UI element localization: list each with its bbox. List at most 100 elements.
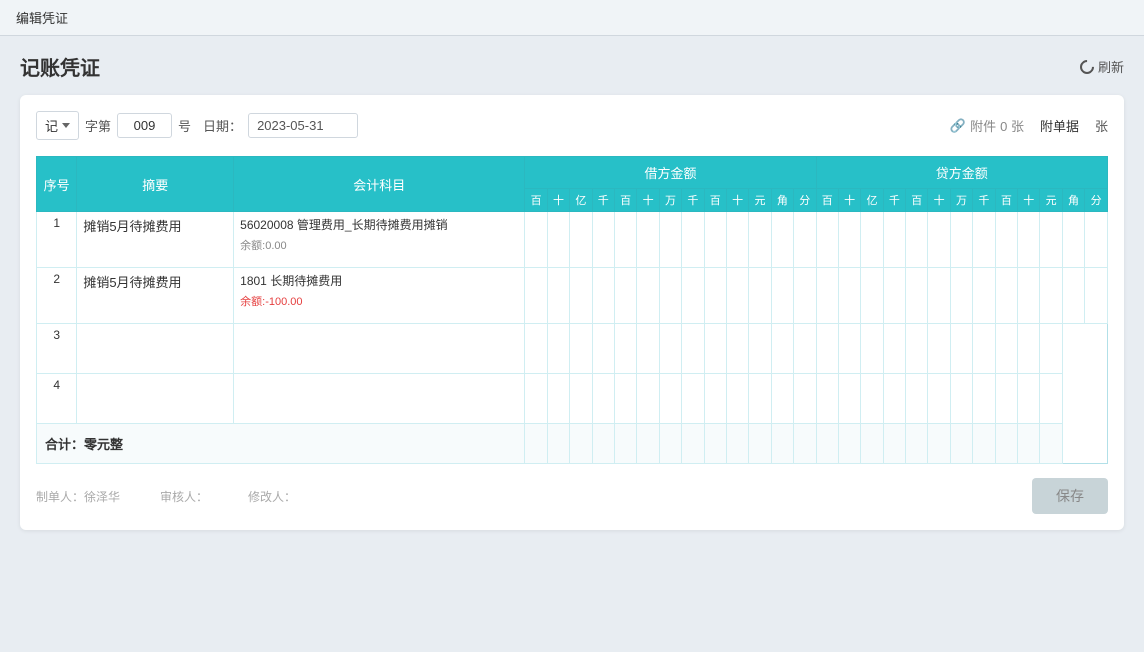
row2-account[interactable]: 1801 长期待摊费用 余额:-100.00 (234, 268, 525, 324)
th-seq: 序号 (37, 157, 77, 212)
row1-d13[interactable] (794, 212, 816, 268)
row1-account[interactable]: 56020008 管理费用_长期待摊费用摊销 余额:0.00 (234, 212, 525, 268)
row2-d13[interactable] (794, 268, 816, 324)
row2-c8[interactable] (973, 268, 995, 324)
row1-d7[interactable] (659, 212, 681, 268)
th-d11: 元 (749, 189, 771, 212)
row1-c7[interactable] (950, 212, 972, 268)
row2-c7[interactable] (950, 268, 972, 324)
count-label: 张 (1095, 116, 1108, 135)
th-c4: 千 (883, 189, 905, 212)
paperclip-icon: 🔗 (950, 118, 966, 134)
th-debit: 借方金额 (525, 157, 816, 189)
total-row: 合计：零元整 (37, 424, 1108, 464)
th-d6: 十 (637, 189, 659, 212)
row1-c11[interactable] (1040, 212, 1062, 268)
footer-row: 制单人：徐泽华 审核人： 修改人： 保存 (36, 478, 1108, 514)
row2-c4[interactable] (883, 268, 905, 324)
row2-c13[interactable] (1085, 268, 1108, 324)
row2-c10[interactable] (1018, 268, 1040, 324)
row4-account[interactable] (234, 374, 525, 424)
row2-d8[interactable] (682, 268, 704, 324)
row2-seq: 2 (37, 268, 77, 324)
row3-account[interactable] (234, 324, 525, 374)
row1-d11[interactable] (749, 212, 771, 268)
row2-d6[interactable] (637, 268, 659, 324)
row1-d9[interactable] (704, 212, 726, 268)
row1-c9[interactable] (995, 212, 1017, 268)
th-d7: 万 (659, 189, 681, 212)
row1-d10[interactable] (726, 212, 748, 268)
th-d13: 分 (794, 189, 816, 212)
hao-label: 号 (178, 116, 191, 135)
row2-c2[interactable] (838, 268, 860, 324)
row2-summary[interactable]: 摊销5月待摊费用 (77, 268, 234, 324)
row1-c12[interactable] (1062, 212, 1084, 268)
dropdown-arrow-icon (62, 123, 70, 128)
row2-d9[interactable] (704, 268, 726, 324)
th-c13: 分 (1085, 189, 1108, 212)
attachment-link[interactable]: 🔗 附件 0 张 (950, 116, 1024, 135)
row1-c13[interactable] (1085, 212, 1108, 268)
row1-summary[interactable]: 摊销5月待摊费用 (77, 212, 234, 268)
row2-d12[interactable] (771, 268, 793, 324)
row2-c12[interactable] (1062, 268, 1084, 324)
row2-d3[interactable] (570, 268, 592, 324)
row1-c10[interactable] (1018, 212, 1040, 268)
row2-c5[interactable] (906, 268, 928, 324)
row1-d6[interactable] (637, 212, 659, 268)
row4-summary[interactable] (77, 374, 234, 424)
row1-c2[interactable] (838, 212, 860, 268)
row2-c9[interactable] (995, 268, 1017, 324)
table-wrapper: 序号 摘要 会计科目 借方金额 贷方金额 (36, 156, 1108, 464)
row1-c6[interactable] (928, 212, 950, 268)
th-credit: 贷方金额 (816, 157, 1108, 189)
attach-bill-label: 附单据 (1040, 119, 1079, 134)
title-bar: 编辑凭证 (0, 0, 1144, 36)
total-label: 合计：零元整 (37, 424, 525, 464)
row1-d3[interactable] (570, 212, 592, 268)
row3-summary[interactable] (77, 324, 234, 374)
row2-d1[interactable] (525, 268, 547, 324)
th-d9: 百 (704, 189, 726, 212)
date-label: 日期： (203, 116, 242, 135)
voucher-number-input[interactable] (117, 113, 172, 138)
type-dropdown[interactable]: 记 (36, 111, 79, 140)
row2-c11[interactable] (1040, 268, 1062, 324)
row1-account-text: 56020008 管理费用_长期待摊费用摊销 (240, 216, 518, 233)
th-account: 会计科目 (234, 157, 525, 212)
row2-d10[interactable] (726, 268, 748, 324)
th-c11: 元 (1040, 189, 1062, 212)
row2-c6[interactable] (928, 268, 950, 324)
attach-bill-button[interactable]: 附单据 (1040, 116, 1079, 135)
row2-d2[interactable] (547, 268, 569, 324)
refresh-button[interactable]: 刷新 (1080, 57, 1124, 76)
row2-d4[interactable] (592, 268, 614, 324)
row2-d11[interactable] (749, 268, 771, 324)
table-row: 2 摊销5月待摊费用 1801 长期待摊费用 余额:-100.00 (37, 268, 1108, 324)
row1-d1[interactable] (525, 212, 547, 268)
row2-c1[interactable] (816, 268, 838, 324)
th-c1: 百 (816, 189, 838, 212)
row1-c1[interactable] (816, 212, 838, 268)
row1-c3[interactable] (861, 212, 883, 268)
th-c2: 十 (838, 189, 860, 212)
row1-d4[interactable] (592, 212, 614, 268)
row1-c4[interactable] (883, 212, 905, 268)
th-d3: 亿 (570, 189, 592, 212)
row1-c8[interactable] (973, 212, 995, 268)
th-c10: 十 (1018, 189, 1040, 212)
row2-d7[interactable] (659, 268, 681, 324)
row1-d2[interactable] (547, 212, 569, 268)
save-button[interactable]: 保存 (1032, 478, 1108, 514)
row1-d8[interactable] (682, 212, 704, 268)
page-header: 记账凭证 刷新 (20, 52, 1124, 81)
save-label: 保存 (1056, 488, 1084, 504)
th-c3: 亿 (861, 189, 883, 212)
row1-d5[interactable] (614, 212, 636, 268)
row1-d12[interactable] (771, 212, 793, 268)
date-input[interactable] (248, 113, 358, 138)
row2-c3[interactable] (861, 268, 883, 324)
row1-c5[interactable] (906, 212, 928, 268)
row2-d5[interactable] (614, 268, 636, 324)
